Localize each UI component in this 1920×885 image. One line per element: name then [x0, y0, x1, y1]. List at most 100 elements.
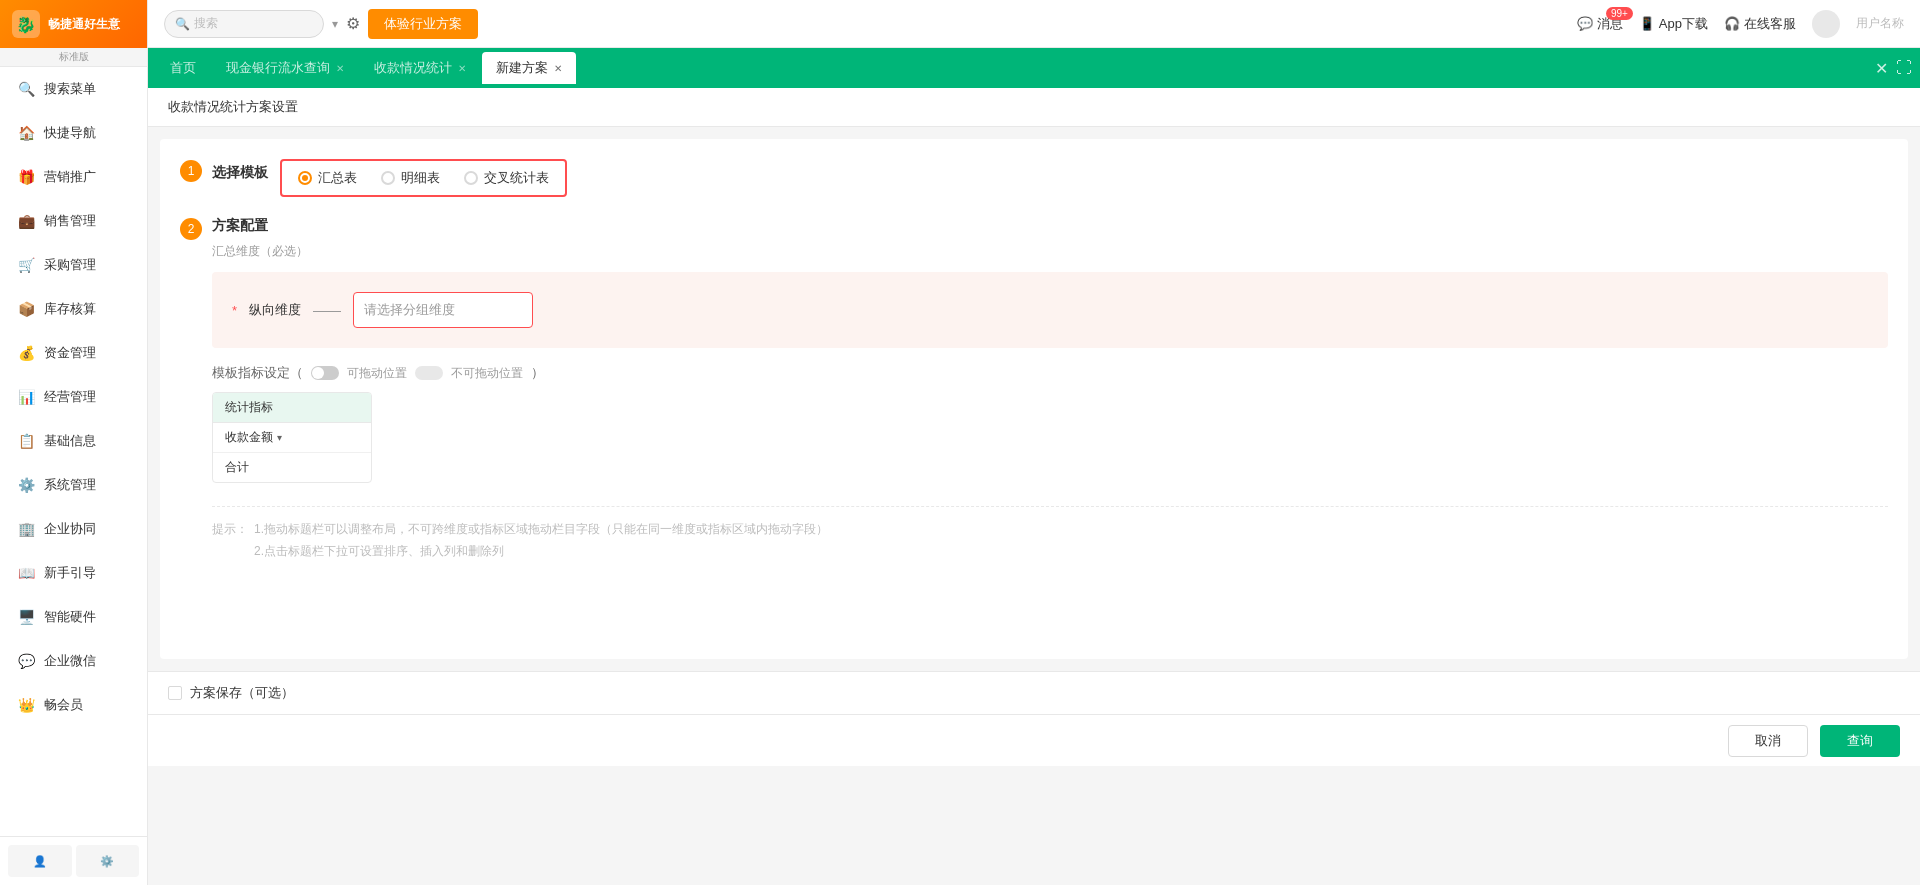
- logo-icon: 🐉: [12, 10, 40, 38]
- dimension-arrow-icon: ——: [313, 302, 341, 318]
- inventory-icon: 📦: [16, 299, 36, 319]
- stats-row-2: 合计: [213, 453, 371, 482]
- sidebar-item-label-enterprise: 企业协同: [44, 520, 96, 538]
- step1-content: 选择模板 汇总表 明细表: [212, 159, 1888, 197]
- draggable-label: 可拖动位置: [347, 365, 407, 382]
- sidebar-user-btn[interactable]: 👤: [8, 845, 72, 877]
- sidebar-settings-btn[interactable]: ⚙️: [76, 845, 140, 877]
- sidebar-item-label-newbie: 新手引导: [44, 564, 96, 582]
- main-area: 🔍 搜索 ▾ ⚙ 体验行业方案 💬 消息 99+ 📱 App下载 🎧 在线客服 …: [148, 0, 1920, 885]
- radio-detail-circle: [381, 171, 395, 185]
- step2-title: 方案配置: [212, 217, 268, 233]
- tab-bank-flow[interactable]: 现金银行流水查询 ✕: [212, 52, 358, 84]
- radio-cross[interactable]: 交叉统计表: [464, 169, 549, 187]
- marketing-icon: 🎁: [16, 167, 36, 187]
- sidebar-logo: 🐉 畅捷通好生意: [0, 0, 147, 48]
- stats-table: 统计指标 收款金额 ▾ 合计: [212, 392, 372, 483]
- stats-row-1-label: 收款金额: [225, 429, 273, 446]
- quick-nav-icon: 🏠: [16, 123, 36, 143]
- trial-btn[interactable]: 体验行业方案: [368, 9, 478, 39]
- sidebar-item-label-search-menu: 搜索菜单: [44, 80, 96, 98]
- save-plan-checkbox[interactable]: [168, 686, 182, 700]
- sidebar-item-smart-hw[interactable]: 🖥️ 智能硬件: [0, 595, 147, 639]
- wechat-icon: 💬: [16, 651, 36, 671]
- dimension-field-label: 纵向维度: [249, 301, 301, 319]
- metrics-title: 模板指标设定（: [212, 364, 303, 382]
- sidebar-item-label-smart-hw: 智能硬件: [44, 608, 96, 626]
- tab-receipt-stats[interactable]: 收款情况统计 ✕: [360, 52, 480, 84]
- topnav-dropdown-arrow[interactable]: ▾: [332, 17, 338, 31]
- message-badge: 99+: [1606, 7, 1633, 20]
- member-icon: 👑: [16, 695, 36, 715]
- footer-buttons: 取消 查询: [148, 714, 1920, 766]
- tab-new-plan[interactable]: 新建方案 ✕: [482, 52, 576, 84]
- radio-detail[interactable]: 明细表: [381, 169, 440, 187]
- radio-summary-label: 汇总表: [318, 169, 357, 187]
- tab-bank-flow-close-icon[interactable]: ✕: [336, 63, 344, 74]
- sidebar-item-inventory[interactable]: 📦 库存核算: [0, 287, 147, 331]
- topnav-gear-icon[interactable]: ⚙: [346, 14, 360, 33]
- sidebar-item-marketing[interactable]: 🎁 营销推广: [0, 155, 147, 199]
- main-card: 1 选择模板 汇总表 明细表: [160, 139, 1908, 659]
- topnav-right: 💬 消息 99+ 📱 App下载 🎧 在线客服 用户名称: [1577, 10, 1904, 38]
- sidebar-item-label-wechat: 企业微信: [44, 652, 96, 670]
- online-service-btn[interactable]: 🎧 在线客服: [1724, 15, 1796, 33]
- message-icon: 💬: [1577, 16, 1593, 31]
- finance-icon: 💰: [16, 343, 36, 363]
- sidebar-item-enterprise[interactable]: 🏢 企业协同: [0, 507, 147, 551]
- enterprise-icon: 🏢: [16, 519, 36, 539]
- sidebar-item-purchase[interactable]: 🛒 采购管理: [0, 243, 147, 287]
- sidebar-item-sales[interactable]: 💼 销售管理: [0, 199, 147, 243]
- step1-title: 选择模板: [212, 164, 268, 182]
- tabbar-expand-icon[interactable]: ⛶: [1896, 59, 1912, 78]
- sidebar-item-quick-nav[interactable]: 🏠 快捷导航: [0, 111, 147, 155]
- sidebar-item-newbie[interactable]: 📖 新手引导: [0, 551, 147, 595]
- sidebar-item-operations[interactable]: 📊 经营管理: [0, 375, 147, 419]
- metrics-header: 模板指标设定（ 可拖动位置 不可拖动位置 ）: [212, 364, 1888, 382]
- bottom-options: 方案保存（可选）: [148, 671, 1920, 714]
- stats-row-2-label: 合计: [225, 459, 249, 476]
- tabbar-close-icon[interactable]: ✕: [1875, 59, 1888, 78]
- step2-content: 方案配置 汇总维度（必选） * 纵向维度 —— 请选择分组维度: [212, 217, 1888, 562]
- save-plan-label: 方案保存（可选）: [190, 684, 294, 702]
- dimension-select[interactable]: 请选择分组维度: [353, 292, 533, 328]
- page-header: 收款情况统计方案设置: [148, 88, 1920, 127]
- sidebar-item-search-menu[interactable]: 🔍 搜索菜单: [0, 67, 147, 111]
- sidebar-item-label-member: 畅会员: [44, 696, 83, 714]
- dimension-select-placeholder: 请选择分组维度: [364, 301, 455, 319]
- topnav: 🔍 搜索 ▾ ⚙ 体验行业方案 💬 消息 99+ 📱 App下载 🎧 在线客服 …: [148, 0, 1920, 48]
- tab-home-label: 首页: [170, 59, 196, 77]
- app-download-btn[interactable]: 📱 App下载: [1639, 15, 1708, 33]
- sidebar-item-label-system: 系统管理: [44, 476, 96, 494]
- dimension-row: * 纵向维度 —— 请选择分组维度: [232, 292, 1868, 328]
- app-download-icon: 📱: [1639, 16, 1655, 31]
- radio-summary[interactable]: 汇总表: [298, 169, 357, 187]
- user-avatar[interactable]: [1812, 10, 1840, 38]
- sidebar-item-member[interactable]: 👑 畅会员: [0, 683, 147, 727]
- sidebar-item-label-operations: 经营管理: [44, 388, 96, 406]
- sidebar-item-label-purchase: 采购管理: [44, 256, 96, 274]
- sidebar-item-system[interactable]: ⚙️ 系统管理: [0, 463, 147, 507]
- search-bar[interactable]: 🔍 搜索: [164, 10, 324, 38]
- tab-new-plan-close-icon[interactable]: ✕: [554, 63, 562, 74]
- radio-cross-circle: [464, 171, 478, 185]
- radio-cross-label: 交叉统计表: [484, 169, 549, 187]
- tab-home[interactable]: 首页: [156, 52, 210, 84]
- dimension-required-star: *: [232, 303, 237, 318]
- sidebar-badge: 标准版: [0, 48, 147, 67]
- message-btn[interactable]: 💬 消息 99+: [1577, 15, 1623, 33]
- confirm-button[interactable]: 查询: [1820, 725, 1900, 757]
- sidebar-item-basic-info[interactable]: 📋 基础信息: [0, 419, 147, 463]
- sidebar-bottom: 👤 ⚙️: [0, 836, 147, 885]
- logo-name: 畅捷通好生意: [48, 17, 120, 31]
- newbie-icon: 📖: [16, 563, 36, 583]
- stats-row-1[interactable]: 收款金额 ▾: [213, 423, 371, 453]
- cancel-button[interactable]: 取消: [1728, 725, 1808, 757]
- sidebar-item-finance[interactable]: 💰 资金管理: [0, 331, 147, 375]
- user-name: 用户名称: [1856, 15, 1904, 32]
- sidebar-item-label-sales: 销售管理: [44, 212, 96, 230]
- stats-row-1-content: 收款金额 ▾: [225, 429, 282, 446]
- sidebar-item-wechat[interactable]: 💬 企业微信: [0, 639, 147, 683]
- tab-receipt-stats-close-icon[interactable]: ✕: [458, 63, 466, 74]
- step2-section: 2 方案配置 汇总维度（必选） * 纵向维度 —— 请选择分组维度: [180, 217, 1888, 562]
